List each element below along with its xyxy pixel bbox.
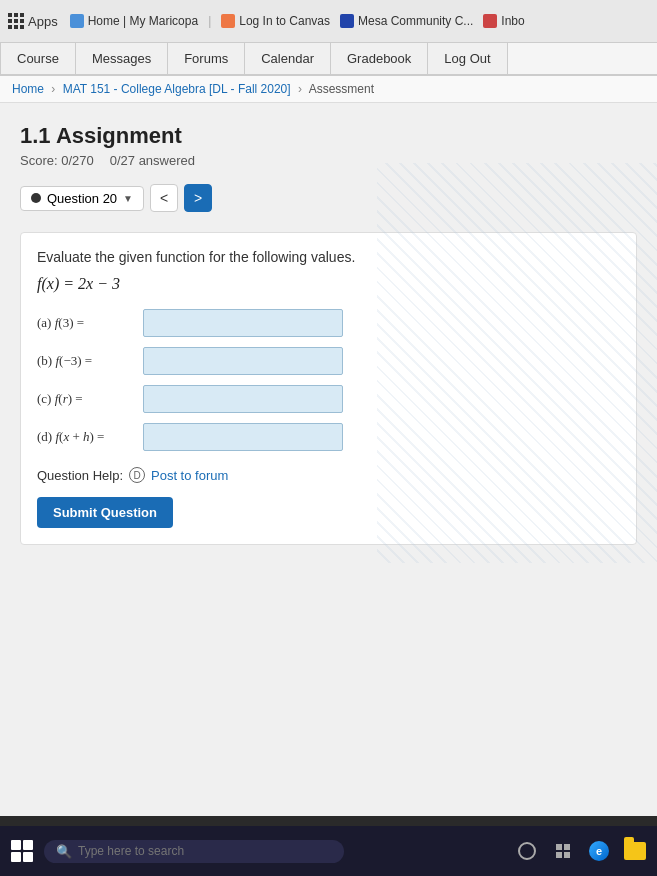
taskbar: 🔍 e	[0, 826, 657, 876]
answer-label-d: (d) f(x + h) =	[37, 429, 137, 445]
answer-input-b[interactable]	[143, 347, 343, 375]
cortana-button[interactable]	[513, 837, 541, 865]
answer-input-a[interactable]	[143, 309, 343, 337]
question-help: Question Help: D Post to forum	[37, 467, 620, 483]
nav-tabs-bar: Course Messages Forums Calendar Gradeboo…	[0, 43, 657, 76]
breadcrumb: Home › MAT 151 - College Algebra [DL - F…	[0, 76, 657, 103]
answer-rows: (a) f(3) = (b) f(−3) = (c) f(r) = (d) f(…	[37, 309, 620, 451]
tab-home[interactable]: Home | My Maricopa	[70, 14, 198, 28]
tab-sep-1: |	[208, 14, 211, 28]
taskbar-search-input[interactable]	[78, 844, 332, 858]
answer-row-d: (d) f(x + h) =	[37, 423, 620, 451]
answer-input-d[interactable]	[143, 423, 343, 451]
answer-label-c: (c) f(r) =	[37, 391, 137, 407]
favicon-inbox	[483, 14, 497, 28]
tab-canvas-label: Log In to Canvas	[239, 14, 330, 28]
question-area: Evaluate the given function for the foll…	[20, 232, 637, 545]
score-line: Score: 0/270 0/27 answered	[20, 153, 637, 168]
edge-browser-button[interactable]: e	[585, 837, 613, 865]
taskbar-icons: e	[513, 837, 649, 865]
main-content: 1.1 Assignment Score: 0/270 0/27 answere…	[0, 103, 657, 816]
tab-forums[interactable]: Forums	[168, 43, 245, 74]
edge-icon: e	[589, 841, 609, 861]
question-badge[interactable]: Question 20 ▼	[20, 186, 144, 211]
help-icon: D	[129, 467, 145, 483]
tab-calendar[interactable]: Calendar	[245, 43, 331, 74]
post-forum-link[interactable]: Post to forum	[151, 468, 228, 483]
question-label: Question 20	[47, 191, 117, 206]
breadcrumb-sep-1: ›	[51, 82, 55, 96]
folder-icon	[624, 842, 646, 860]
tab-mesa-label: Mesa Community C...	[358, 14, 473, 28]
prev-question-button[interactable]: <	[150, 184, 178, 212]
taskbar-search-bar[interactable]: 🔍	[44, 840, 344, 863]
favicon-home	[70, 14, 84, 28]
tab-logout[interactable]: Log Out	[428, 43, 507, 74]
help-label: Question Help:	[37, 468, 123, 483]
tab-home-label: Home | My Maricopa	[88, 14, 198, 28]
answered-count: 0/27 answered	[110, 153, 195, 168]
favicon-canvas	[221, 14, 235, 28]
assignment-title: 1.1 Assignment	[20, 123, 637, 149]
folder-button[interactable]	[621, 837, 649, 865]
answer-row-c: (c) f(r) =	[37, 385, 620, 413]
question-instruction: Evaluate the given function for the foll…	[37, 249, 620, 265]
breadcrumb-sep-2: ›	[298, 82, 302, 96]
score-value: Score: 0/270	[20, 153, 94, 168]
breadcrumb-home[interactable]: Home	[12, 82, 44, 96]
task-view-icon	[556, 844, 570, 858]
submit-question-button[interactable]: Submit Question	[37, 497, 173, 528]
search-icon: 🔍	[56, 844, 72, 859]
breadcrumb-course[interactable]: MAT 151 - College Algebra [DL - Fall 202…	[63, 82, 291, 96]
tab-inbox-label: Inbo	[501, 14, 524, 28]
tab-canvas[interactable]: Log In to Canvas	[221, 14, 330, 28]
next-question-button[interactable]: >	[184, 184, 212, 212]
question-selector: Question 20 ▼ < >	[20, 184, 637, 212]
tab-gradebook[interactable]: Gradebook	[331, 43, 428, 74]
windows-logo-icon	[11, 840, 33, 862]
answer-input-c[interactable]	[143, 385, 343, 413]
tab-course[interactable]: Course	[0, 43, 76, 74]
tab-messages[interactable]: Messages	[76, 43, 168, 74]
cortana-icon	[518, 842, 536, 860]
function-display: f(x) = 2x − 3	[37, 275, 620, 293]
answer-label-b: (b) f(−3) =	[37, 353, 137, 369]
answer-label-a: (a) f(3) =	[37, 315, 137, 331]
apps-grid-icon	[8, 13, 24, 29]
breadcrumb-section: Assessment	[309, 82, 374, 96]
tab-inbox[interactable]: Inbo	[483, 14, 524, 28]
answer-row-a: (a) f(3) =	[37, 309, 620, 337]
answer-row-b: (b) f(−3) =	[37, 347, 620, 375]
tab-mesa[interactable]: Mesa Community C...	[340, 14, 473, 28]
windows-start-button[interactable]	[8, 837, 36, 865]
task-view-button[interactable]	[549, 837, 577, 865]
apps-label: Apps	[28, 14, 58, 29]
apps-tab[interactable]: Apps	[8, 13, 58, 29]
dropdown-arrow-icon: ▼	[123, 193, 133, 204]
question-dot	[31, 193, 41, 203]
favicon-mesa	[340, 14, 354, 28]
browser-tabs: Home | My Maricopa | Log In to Canvas Me…	[70, 14, 649, 28]
browser-topbar: Apps Home | My Maricopa | Log In to Canv…	[0, 0, 657, 43]
